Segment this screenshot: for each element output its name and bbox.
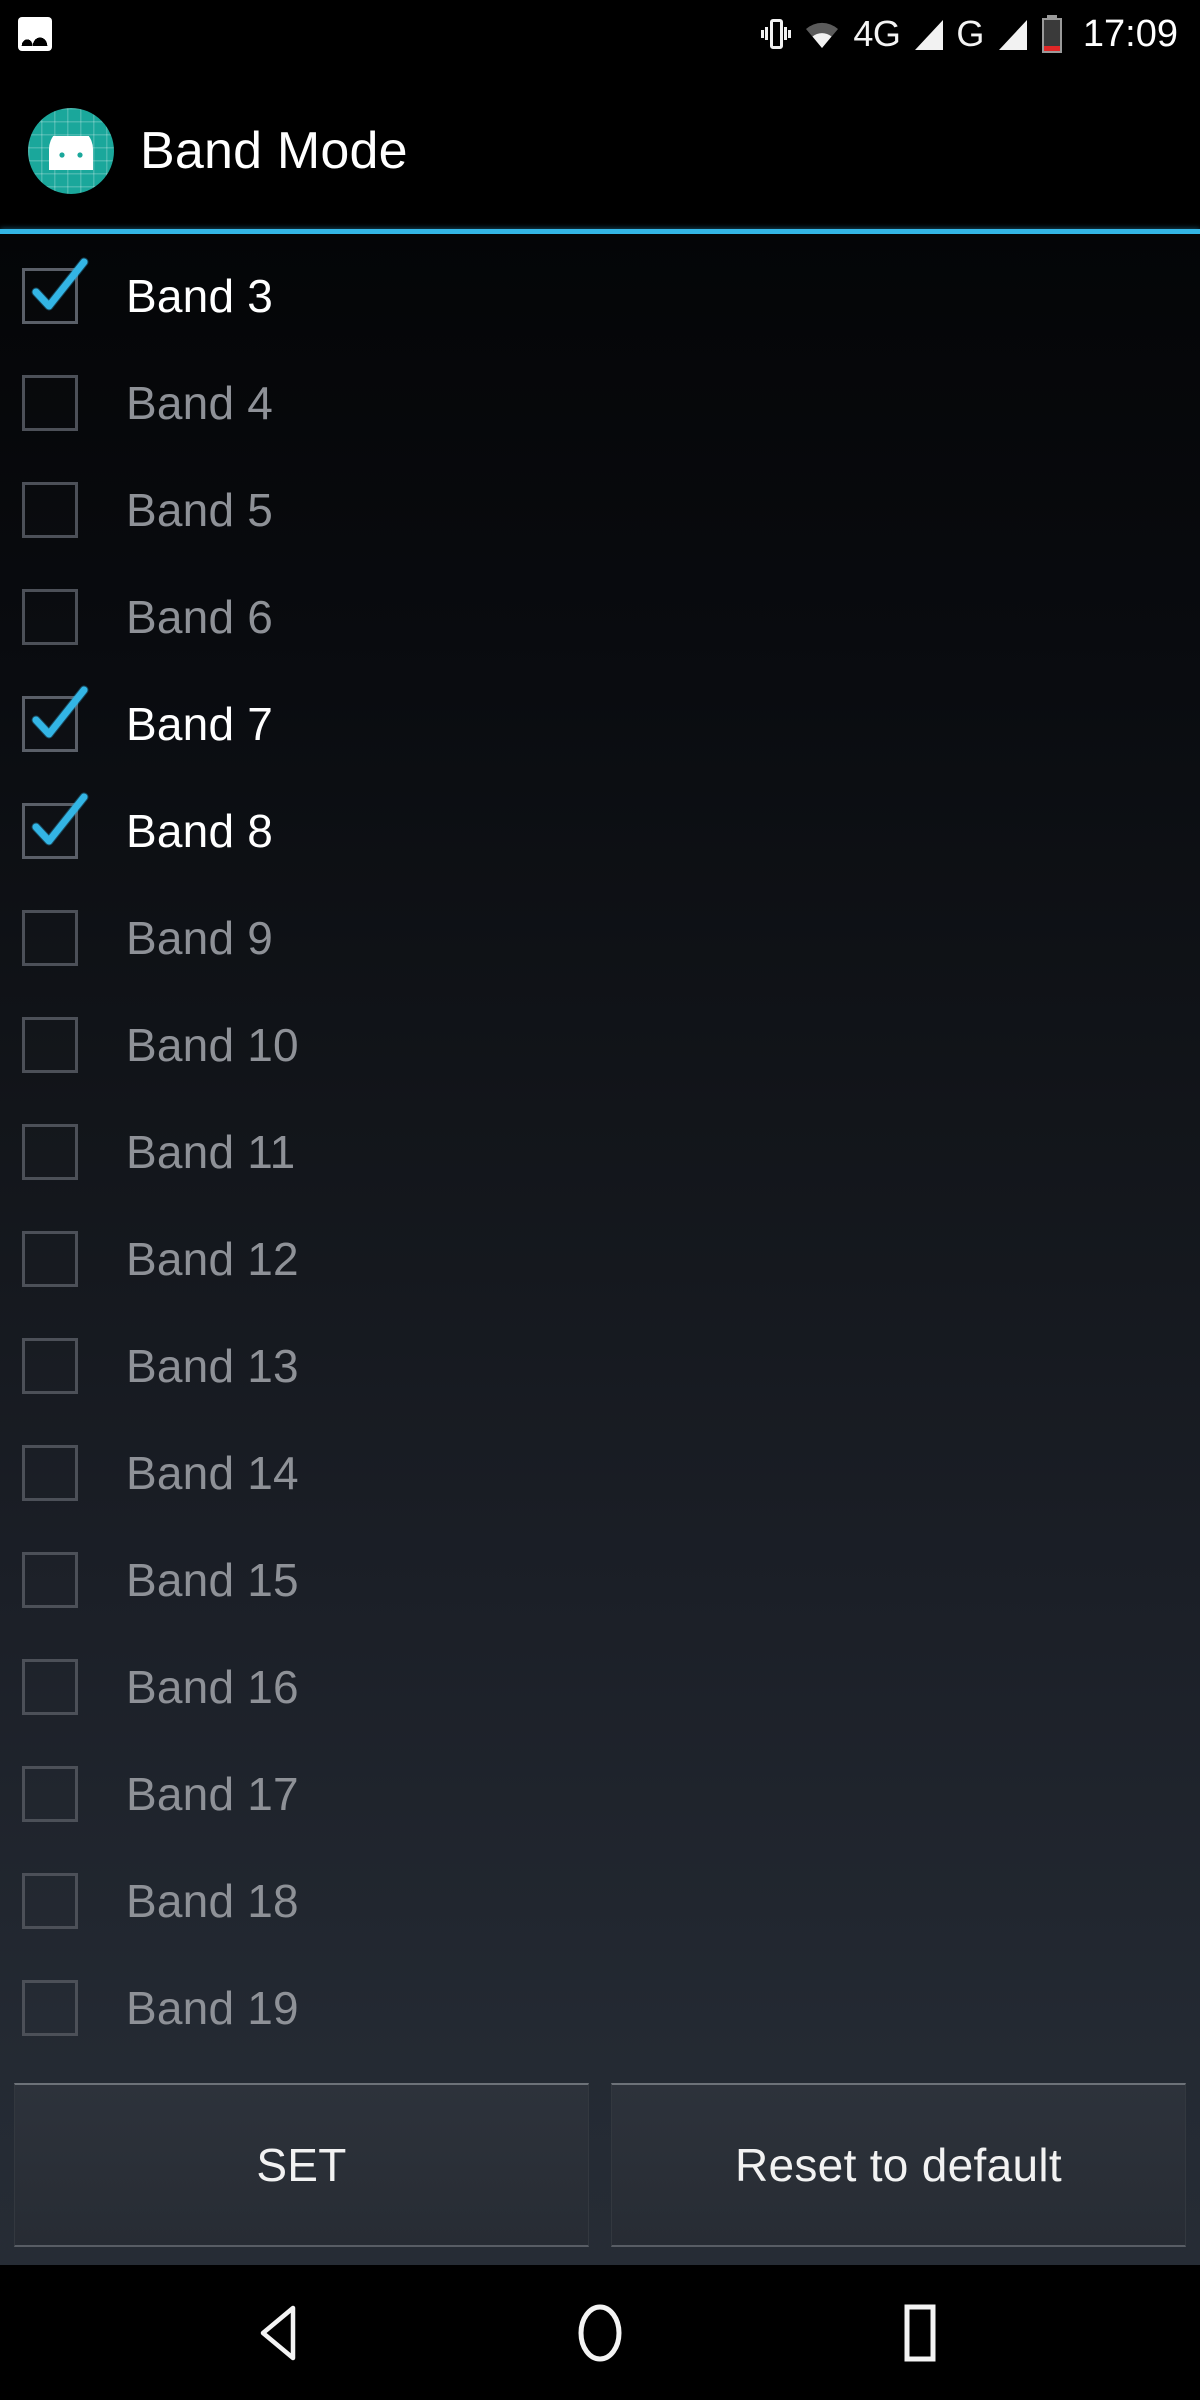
recents-square-icon[interactable] [860, 2265, 980, 2400]
band-list-item[interactable]: Band 5 [0, 456, 1200, 563]
band-list-item[interactable]: Band 15 [0, 1526, 1200, 1633]
network-type-g-label: G [956, 13, 984, 54]
status-bar-notifications [18, 17, 52, 51]
checkbox-unchecked-icon[interactable] [22, 1337, 78, 1394]
band-list-item-label: Band 10 [126, 1018, 299, 1071]
wifi-icon [804, 19, 840, 49]
band-list-item-label: Band 7 [126, 697, 273, 750]
band-list-item-label: Band 5 [126, 483, 273, 536]
checkbox-unchecked-icon[interactable] [22, 1765, 78, 1822]
network-type-4g-label: 4G [853, 13, 901, 54]
checkbox-checked-icon[interactable] [22, 257, 89, 324]
band-list-item[interactable]: Band 19 [0, 1954, 1200, 2061]
page-title: Band Mode [140, 122, 408, 180]
band-list-item[interactable]: Band 4 [0, 349, 1200, 456]
checkbox-unchecked-icon[interactable] [22, 374, 78, 431]
band-list-item[interactable]: Band 7 [0, 670, 1200, 777]
checkbox-unchecked-icon[interactable] [22, 1230, 78, 1287]
android-screen: 4G G 17:09 Band Mode Band 3 Band 4 Band 5B… [0, 0, 1200, 2400]
band-list-item[interactable]: Band 16 [0, 1633, 1200, 1740]
band-list-item[interactable]: Band 13 [0, 1312, 1200, 1419]
checkbox-unchecked-icon[interactable] [22, 1016, 78, 1073]
band-list-item-label: Band 9 [126, 911, 273, 964]
checkbox-unchecked-icon[interactable] [22, 909, 78, 966]
home-circle-icon[interactable] [540, 2265, 660, 2400]
band-list-item-label: Band 16 [126, 1660, 299, 1713]
checkbox-unchecked-icon[interactable] [22, 481, 78, 538]
status-bar-clock: 17:09 [1082, 13, 1178, 55]
checkbox-unchecked-icon[interactable] [22, 1979, 78, 2036]
checkbox-unchecked-icon[interactable] [22, 1444, 78, 1501]
band-list-item[interactable]: Band 14 [0, 1419, 1200, 1526]
band-list-item[interactable]: Band 3 [0, 242, 1200, 349]
reset-to-default-button[interactable]: Reset to default [611, 2083, 1186, 2247]
vibrate-icon [761, 16, 792, 52]
band-list-item-label: Band 8 [126, 804, 273, 857]
band-list-item-label: Band 17 [126, 1767, 299, 1820]
band-list-item[interactable]: Band 9 [0, 884, 1200, 991]
signal-bars-g-icon [997, 18, 1027, 50]
checkbox-unchecked-icon[interactable] [22, 1123, 78, 1180]
band-list-item[interactable]: Band 8 [0, 777, 1200, 884]
band-list-item[interactable]: Band 12 [0, 1205, 1200, 1312]
app-title-bar: Band Mode [0, 68, 1200, 234]
back-triangle-icon[interactable] [220, 2265, 340, 2400]
battery-icon [1041, 15, 1062, 53]
set-button[interactable]: SET [14, 2083, 589, 2247]
checkbox-unchecked-icon[interactable] [22, 1658, 78, 1715]
photo-notification-icon [18, 17, 52, 51]
band-list-item[interactable]: Band 6 [0, 563, 1200, 670]
band-list-item-label: Band 12 [126, 1232, 299, 1285]
action-button-bar: SET Reset to default [0, 2067, 1200, 2265]
checkbox-checked-icon[interactable] [22, 792, 89, 859]
band-list-item-label: Band 4 [126, 376, 273, 429]
band-list-item-label: Band 14 [126, 1446, 299, 1499]
band-list-item-label: Band 11 [126, 1125, 296, 1178]
band-list-item[interactable]: Band 18 [0, 1847, 1200, 1954]
band-list-item[interactable]: Band 10 [0, 991, 1200, 1098]
band-list-item-label: Band 3 [126, 269, 273, 322]
signal-bars-4g-icon [913, 18, 944, 50]
checkbox-unchecked-icon[interactable] [22, 588, 78, 645]
checkbox-checked-icon[interactable] [22, 685, 89, 752]
android-robot-icon [28, 108, 114, 194]
band-list-item-label: Band 18 [126, 1874, 299, 1927]
checkbox-unchecked-icon[interactable] [22, 1872, 78, 1929]
status-bar-system-icons: 4G G 17:09 [761, 15, 1178, 53]
band-list-item-label: Band 19 [126, 1981, 299, 2034]
band-list-item[interactable]: Band 17 [0, 1740, 1200, 1847]
band-list-item-label: Band 15 [126, 1553, 299, 1606]
band-list-item-label: Band 13 [126, 1339, 299, 1392]
status-bar: 4G G 17:09 [0, 0, 1200, 68]
band-list[interactable]: Band 3 Band 4 Band 5 Band 6 Band 7 Band 8 Band… [0, 234, 1200, 2067]
band-list-item-label: Band 6 [126, 590, 273, 643]
android-navigation-bar [0, 2265, 1200, 2400]
checkbox-unchecked-icon[interactable] [22, 1551, 78, 1608]
band-list-item[interactable]: Band 11 [0, 1098, 1200, 1205]
